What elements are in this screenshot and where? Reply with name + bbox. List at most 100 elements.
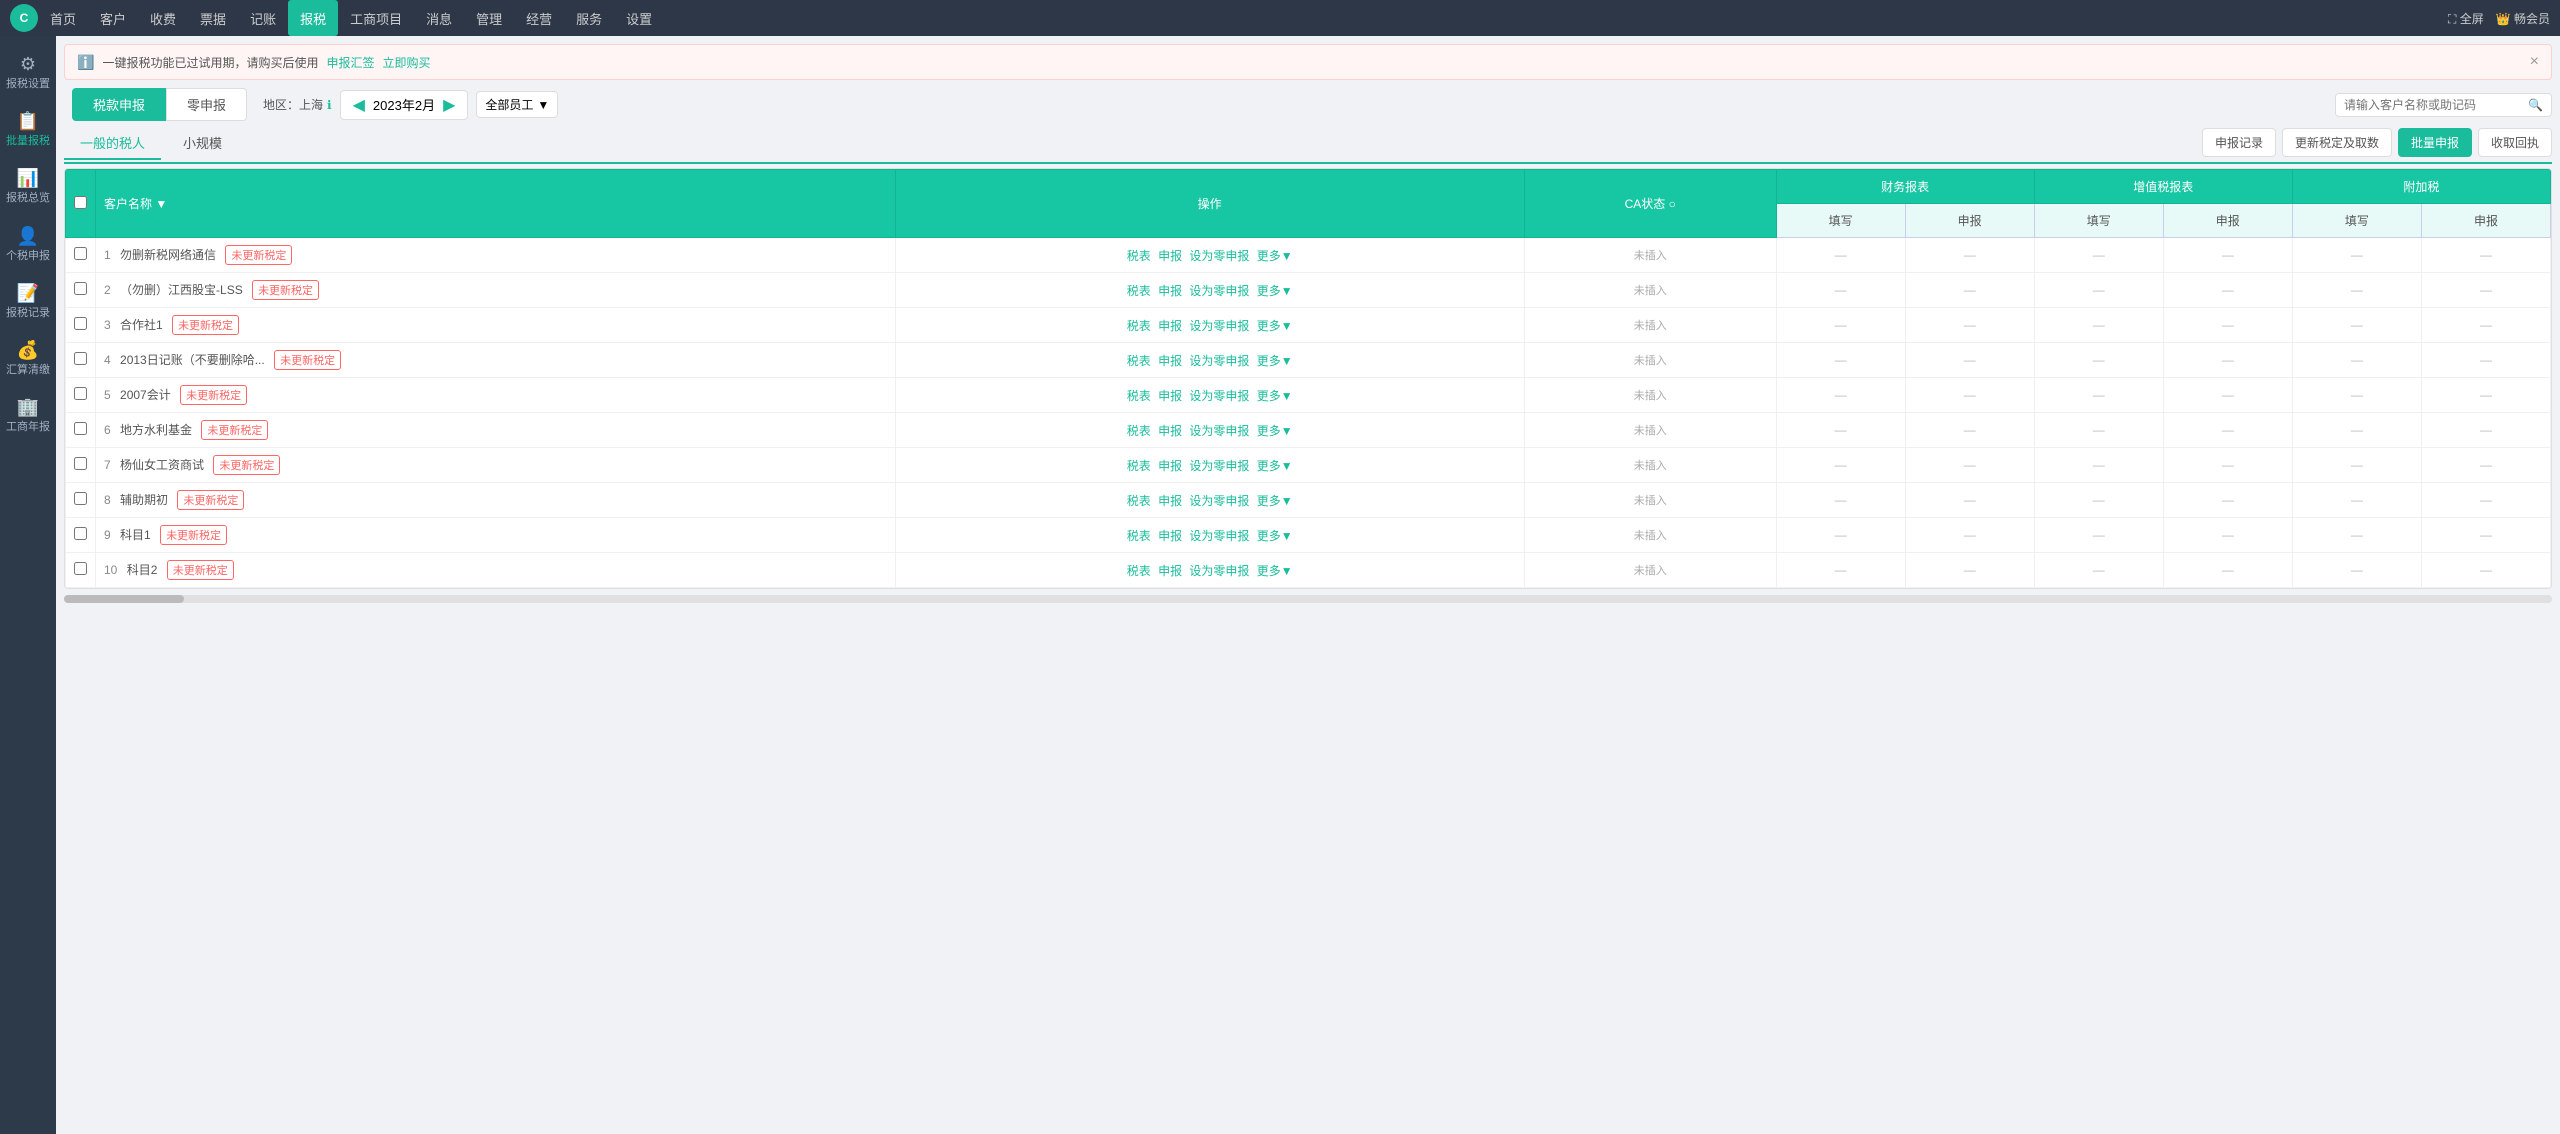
banner-link-report[interactable]: 申报汇签 bbox=[326, 54, 374, 71]
op-set-zero[interactable]: 设为零申报 bbox=[1189, 354, 1249, 368]
op-declare[interactable]: 申报 bbox=[1158, 284, 1182, 298]
region-info-icon[interactable]: ℹ bbox=[327, 98, 332, 112]
search-icon[interactable]: 🔍 bbox=[2528, 98, 2543, 112]
op-set-zero[interactable]: 设为零申报 bbox=[1189, 319, 1249, 333]
nav-item-消息[interactable]: 消息 bbox=[414, 0, 464, 36]
tab-tax-declaration[interactable]: 税款申报 bbox=[72, 88, 166, 121]
op-tax-table[interactable]: 税表 bbox=[1127, 354, 1151, 368]
op-more[interactable]: 更多▼ bbox=[1257, 249, 1293, 263]
banner-close-btn[interactable]: × bbox=[2530, 53, 2539, 71]
op-declare[interactable]: 申报 bbox=[1158, 564, 1182, 578]
nav-item-工商项目[interactable]: 工商项目 bbox=[338, 0, 414, 36]
nav-item-经营[interactable]: 经营 bbox=[514, 0, 564, 36]
op-declare[interactable]: 申报 bbox=[1158, 459, 1182, 473]
op-declare[interactable]: 申报 bbox=[1158, 389, 1182, 403]
staff-filter-label: 全部员工 bbox=[485, 96, 533, 113]
row-col-1: — bbox=[1905, 308, 2034, 343]
op-set-zero[interactable]: 设为零申报 bbox=[1189, 529, 1249, 543]
op-declare[interactable]: 申报 bbox=[1158, 319, 1182, 333]
row-checkbox-4[interactable] bbox=[74, 387, 87, 400]
op-set-zero[interactable]: 设为零申报 bbox=[1189, 494, 1249, 508]
op-set-zero[interactable]: 设为零申报 bbox=[1189, 249, 1249, 263]
row-checkbox-9[interactable] bbox=[74, 562, 87, 575]
row-num-name-cell: 2 （勿删）江西股宝-LSS 未更新税定 bbox=[96, 273, 896, 308]
op-more[interactable]: 更多▼ bbox=[1257, 389, 1293, 403]
row-checkbox-1[interactable] bbox=[74, 282, 87, 295]
select-all-checkbox[interactable] bbox=[74, 196, 87, 209]
annual-icon: 🏢 bbox=[17, 397, 39, 418]
op-declare[interactable]: 申报 bbox=[1158, 494, 1182, 508]
date-prev-btn[interactable]: ◀ bbox=[349, 95, 369, 115]
sidebar-item-tax-settings[interactable]: ⚙ 报税设置 bbox=[0, 44, 56, 101]
op-more[interactable]: 更多▼ bbox=[1257, 564, 1293, 578]
op-more[interactable]: 更多▼ bbox=[1257, 284, 1293, 298]
banner-link-buy[interactable]: 立即购买 bbox=[382, 54, 430, 71]
op-more[interactable]: 更多▼ bbox=[1257, 424, 1293, 438]
nav-item-客户[interactable]: 客户 bbox=[88, 0, 138, 36]
op-more[interactable]: 更多▼ bbox=[1257, 529, 1293, 543]
op-tax-table[interactable]: 税表 bbox=[1127, 389, 1151, 403]
nav-item-收费[interactable]: 收费 bbox=[138, 0, 188, 36]
op-tax-table[interactable]: 税表 bbox=[1127, 494, 1151, 508]
op-declare[interactable]: 申报 bbox=[1158, 529, 1182, 543]
op-tax-table[interactable]: 税表 bbox=[1127, 459, 1151, 473]
date-next-btn[interactable]: ▶ bbox=[439, 95, 459, 115]
nav-item-设置[interactable]: 设置 bbox=[614, 0, 664, 36]
sidebar-item-settlement[interactable]: 💰 汇算清缴 bbox=[0, 330, 56, 387]
op-tax-table[interactable]: 税表 bbox=[1127, 529, 1151, 543]
batch-declare-btn[interactable]: 批量申报 bbox=[2398, 128, 2472, 157]
nav-item-首页[interactable]: 首页 bbox=[38, 0, 88, 36]
op-tax-table[interactable]: 税表 bbox=[1127, 319, 1151, 333]
op-more[interactable]: 更多▼ bbox=[1257, 494, 1293, 508]
th-financial-report: 财务报表 bbox=[1776, 170, 2034, 204]
sidebar-item-tax-records[interactable]: 📝 报税记录 bbox=[0, 273, 56, 330]
vip-btn[interactable]: 👑 畅会员 bbox=[2496, 10, 2550, 27]
update-tax-btn[interactable]: 更新税定及取数 bbox=[2282, 128, 2392, 157]
staff-filter[interactable]: 全部员工 ▼ bbox=[476, 91, 558, 118]
collect-receipt-btn[interactable]: 收取回执 bbox=[2478, 128, 2552, 157]
row-col-3: — bbox=[2163, 553, 2292, 588]
op-set-zero[interactable]: 设为零申报 bbox=[1189, 424, 1249, 438]
nav-item-报税[interactable]: 报税 bbox=[288, 0, 338, 36]
op-declare[interactable]: 申报 bbox=[1158, 424, 1182, 438]
row-checkbox-8[interactable] bbox=[74, 527, 87, 540]
nav-item-记账[interactable]: 记账 bbox=[238, 0, 288, 36]
declaration-record-btn[interactable]: 申报记录 bbox=[2202, 128, 2276, 157]
tab-zero-declaration[interactable]: 零申报 bbox=[166, 88, 247, 121]
scroll-thumb[interactable] bbox=[64, 595, 184, 603]
subtab-general-taxpayer[interactable]: 一般的税人 bbox=[64, 127, 161, 160]
op-tax-table[interactable]: 税表 bbox=[1127, 284, 1151, 298]
row-checkbox-0[interactable] bbox=[74, 247, 87, 260]
nav-item-管理[interactable]: 管理 bbox=[464, 0, 514, 36]
row-checkbox-2[interactable] bbox=[74, 317, 87, 330]
subtab-small-scale[interactable]: 小规模 bbox=[167, 127, 238, 158]
op-declare[interactable]: 申报 bbox=[1158, 354, 1182, 368]
nav-item-服务[interactable]: 服务 bbox=[564, 0, 614, 36]
op-more[interactable]: 更多▼ bbox=[1257, 354, 1293, 368]
op-tax-table[interactable]: 税表 bbox=[1127, 249, 1151, 263]
op-more[interactable]: 更多▼ bbox=[1257, 319, 1293, 333]
op-tax-table[interactable]: 税表 bbox=[1127, 564, 1151, 578]
sidebar-item-personal-tax[interactable]: 👤 个税申报 bbox=[0, 216, 56, 273]
sidebar-item-batch-tax[interactable]: 📋 批量报税 bbox=[0, 101, 56, 158]
fullscreen-btn[interactable]: ⛶ 全屏 bbox=[2448, 10, 2484, 27]
scroll-track[interactable] bbox=[64, 595, 2552, 603]
op-set-zero[interactable]: 设为零申报 bbox=[1189, 564, 1249, 578]
search-input[interactable] bbox=[2344, 98, 2524, 112]
row-checkbox-7[interactable] bbox=[74, 492, 87, 505]
op-tax-table[interactable]: 税表 bbox=[1127, 424, 1151, 438]
op-set-zero[interactable]: 设为零申报 bbox=[1189, 284, 1249, 298]
row-checkbox-5[interactable] bbox=[74, 422, 87, 435]
row-num-name-cell: 5 2007会计 未更新税定 bbox=[96, 378, 896, 413]
th-client-name: 客户名称 ▼ bbox=[96, 170, 896, 238]
sidebar-item-tax-overview[interactable]: 📊 报税总览 bbox=[0, 158, 56, 215]
sidebar-item-annual-report[interactable]: 🏢 工商年报 bbox=[0, 387, 56, 444]
row-checkbox-6[interactable] bbox=[74, 457, 87, 470]
row-checkbox-3[interactable] bbox=[74, 352, 87, 365]
op-more[interactable]: 更多▼ bbox=[1257, 459, 1293, 473]
nav-item-票据[interactable]: 票据 bbox=[188, 0, 238, 36]
op-declare[interactable]: 申报 bbox=[1158, 249, 1182, 263]
op-set-zero[interactable]: 设为零申报 bbox=[1189, 389, 1249, 403]
op-set-zero[interactable]: 设为零申报 bbox=[1189, 459, 1249, 473]
row-col-2: — bbox=[2034, 413, 2163, 448]
